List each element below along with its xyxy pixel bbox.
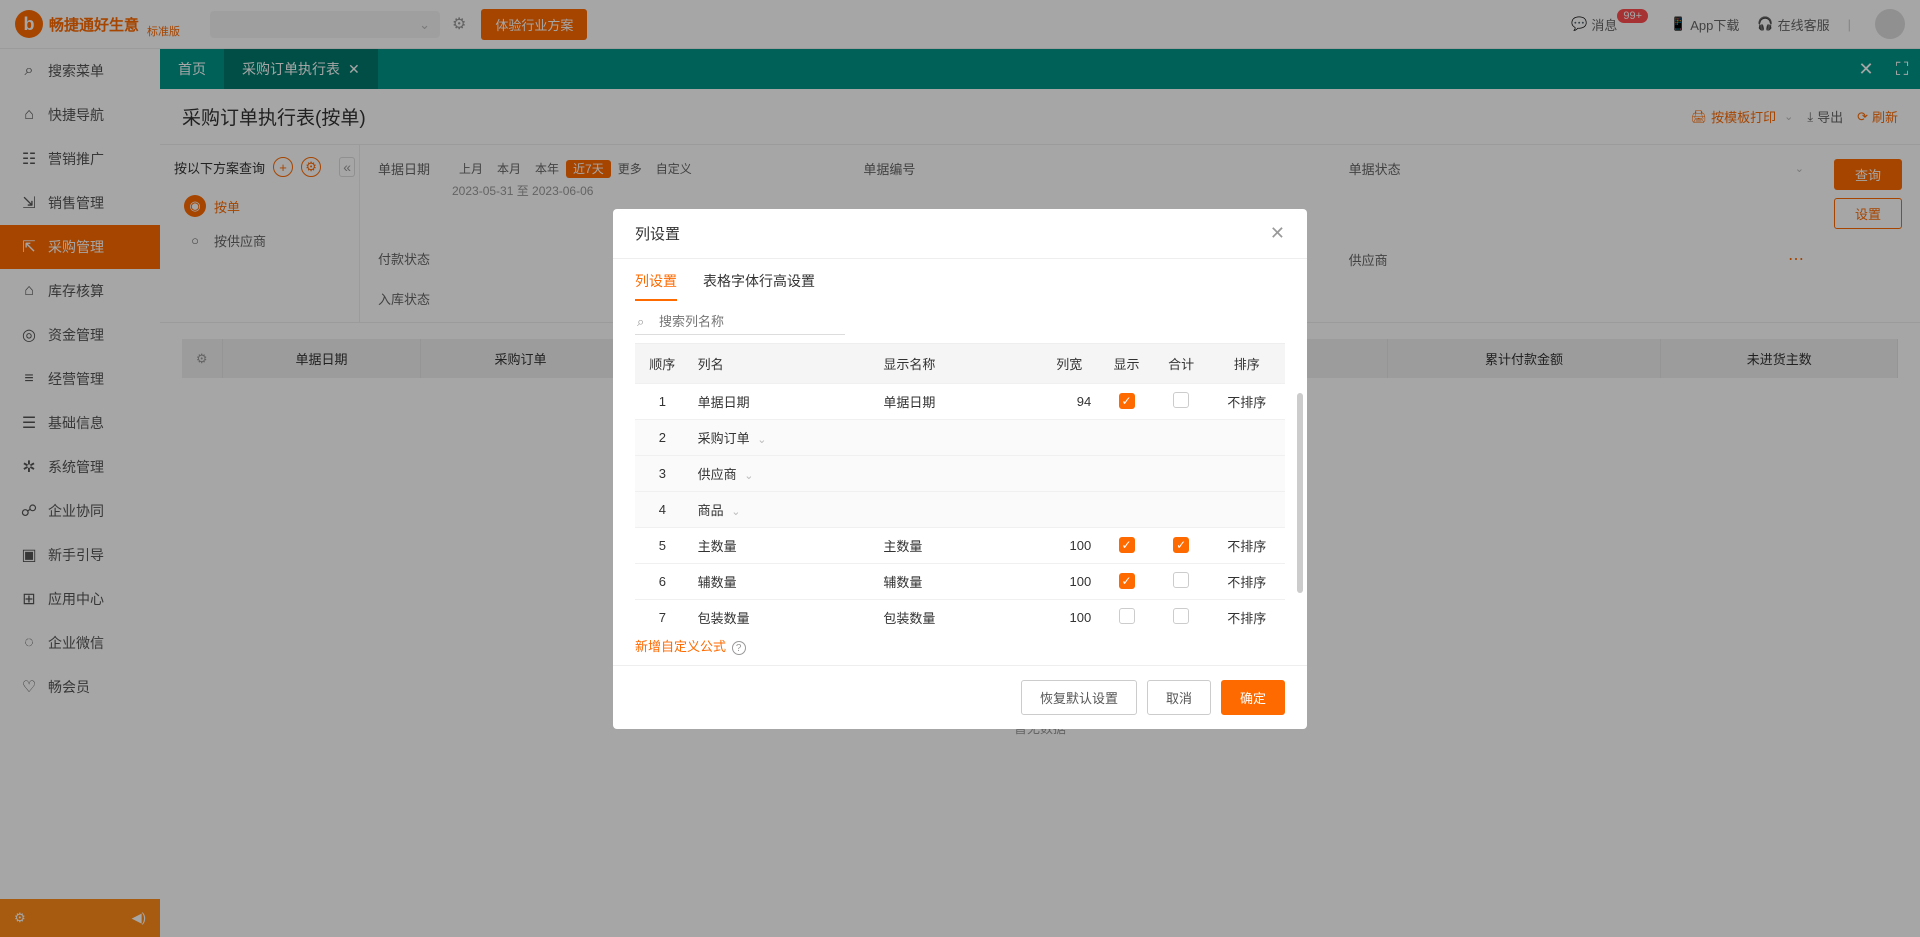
checkbox[interactable]: ✓ [1119, 393, 1135, 409]
column-row[interactable]: 1单据日期单据日期94✓不排序 [635, 383, 1285, 419]
column-row[interactable]: 3供应商 ⌄ [635, 455, 1285, 491]
checkbox[interactable]: ✓ [1119, 573, 1135, 589]
add-formula-link[interactable]: 新增自定义公式 ? [635, 639, 746, 654]
cancel-button[interactable]: 取消 [1147, 680, 1211, 715]
column-row[interactable]: 7包装数量包装数量100不排序 [635, 599, 1285, 626]
checkbox[interactable] [1119, 608, 1135, 624]
column-settings-modal: 列设置 ✕ 列设置表格字体行高设置 ⌕ 顺序 列名 显示名称 列宽 显示 合计 … [613, 209, 1307, 729]
checkbox[interactable] [1173, 572, 1189, 588]
column-row[interactable]: 4商品 ⌄ [635, 491, 1285, 527]
help-icon[interactable]: ? [732, 641, 746, 655]
search-icon: ⌕ [637, 314, 644, 330]
column-settings-table: 顺序 列名 显示名称 列宽 显示 合计 排序 1单据日期单据日期94✓不排序2采… [635, 343, 1285, 626]
modal-tab[interactable]: 表格字体行高设置 [703, 271, 815, 301]
scrollbar[interactable] [1297, 393, 1303, 593]
column-row[interactable]: 2采购订单 ⌄ [635, 419, 1285, 455]
modal-title: 列设置 [635, 223, 680, 244]
checkbox[interactable] [1173, 608, 1189, 624]
column-row[interactable]: 6辅数量辅数量100✓不排序 [635, 563, 1285, 599]
checkbox[interactable] [1173, 392, 1189, 408]
column-row[interactable]: 5主数量主数量100✓✓不排序 [635, 527, 1285, 563]
modal-tab[interactable]: 列设置 [635, 271, 677, 301]
column-search-input[interactable] [635, 309, 845, 335]
chevron-down-icon[interactable]: ⌄ [744, 470, 753, 482]
close-icon[interactable]: ✕ [1270, 223, 1285, 244]
ok-button[interactable]: 确定 [1221, 680, 1285, 715]
modal-overlay: 列设置 ✕ 列设置表格字体行高设置 ⌕ 顺序 列名 显示名称 列宽 显示 合计 … [0, 0, 1920, 937]
checkbox[interactable]: ✓ [1119, 537, 1135, 553]
checkbox[interactable]: ✓ [1173, 537, 1189, 553]
restore-default-button[interactable]: 恢复默认设置 [1021, 680, 1137, 715]
chevron-down-icon[interactable]: ⌄ [731, 506, 740, 518]
chevron-down-icon[interactable]: ⌄ [757, 434, 766, 446]
